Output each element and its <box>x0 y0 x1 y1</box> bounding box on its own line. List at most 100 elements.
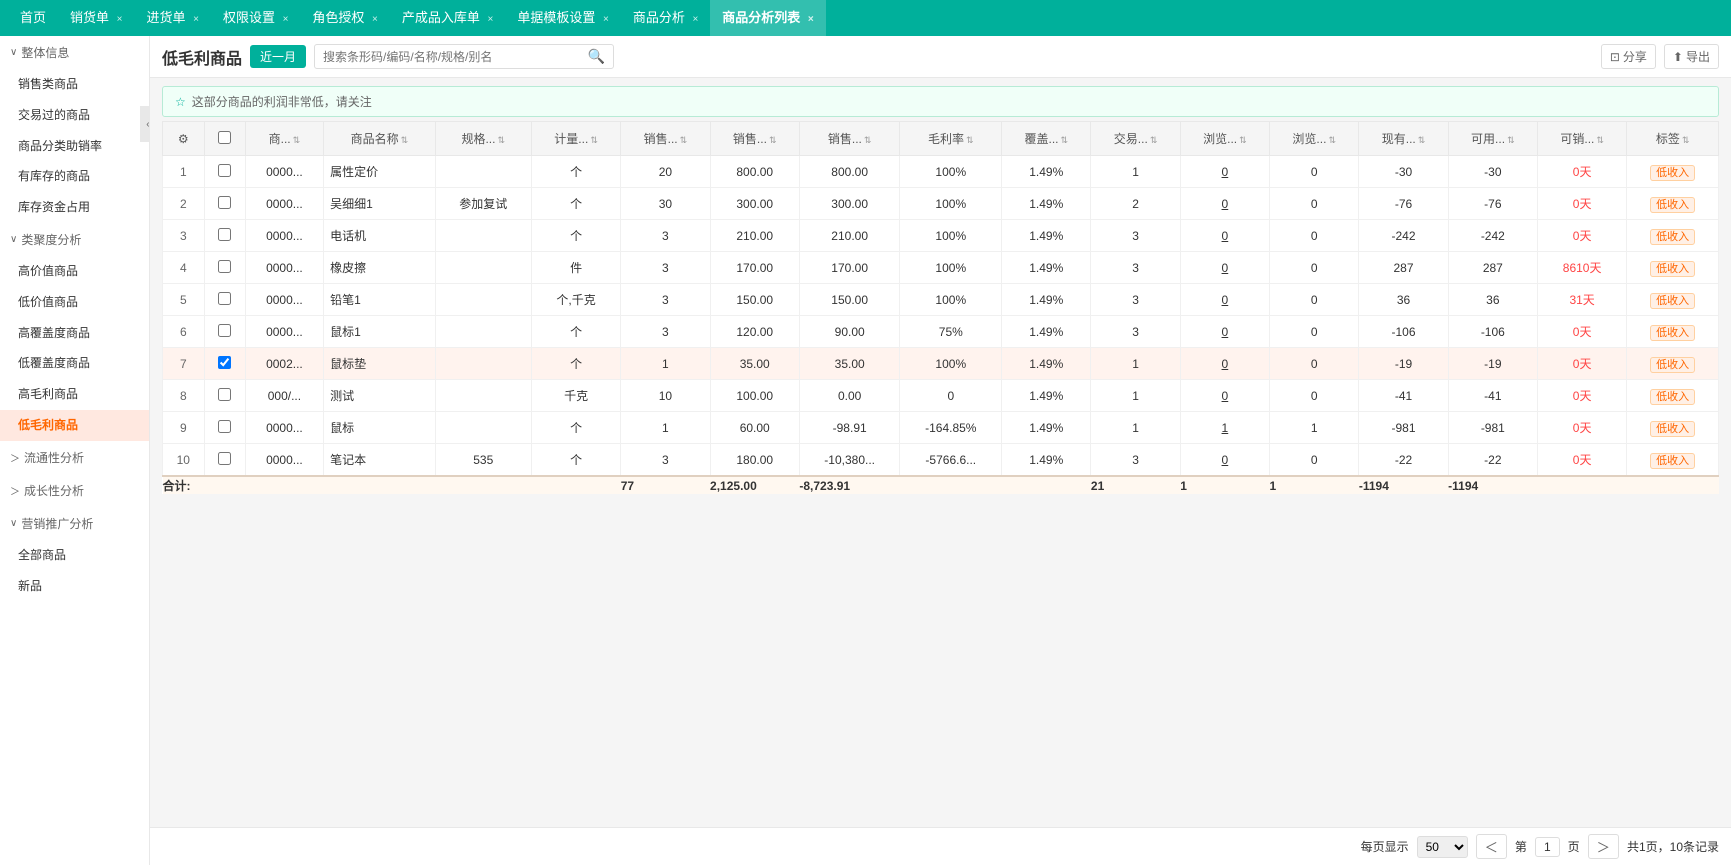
col-stock-current[interactable]: 现有...⇅ <box>1359 122 1448 156</box>
sidebar-group-growth[interactable]: ＞ 成长性分析 <box>0 474 149 507</box>
row-checkbox[interactable] <box>204 412 245 444</box>
row-checkbox-input[interactable] <box>218 452 231 465</box>
prev-page-button[interactable]: ＜ <box>1476 834 1507 859</box>
table-container[interactable]: ⚙ 商...⇅ 商品名称⇅ 规格...⇅ 计量...⇅ 销售...⇅ 销售...… <box>150 121 1731 827</box>
nav-product-analysis-list[interactable]: 商品分析列表 × <box>710 0 825 36</box>
row-checkbox[interactable] <box>204 380 245 412</box>
select-all-checkbox[interactable] <box>218 131 231 144</box>
row-views1[interactable]: 0 <box>1180 252 1269 284</box>
row-views1[interactable]: 0 <box>1180 444 1269 477</box>
col-trade-times[interactable]: 交易...⇅ <box>1091 122 1180 156</box>
time-filter-button[interactable]: 近一月 <box>250 45 306 68</box>
close-icon[interactable]: × <box>603 14 609 25</box>
row-tag: 低收入 <box>1627 220 1719 252</box>
export-button[interactable]: ⬆ 导出 <box>1664 44 1719 69</box>
col-stock-saleable[interactable]: 可销...⇅ <box>1537 122 1626 156</box>
col-views2[interactable]: 浏览...⇅ <box>1270 122 1359 156</box>
next-page-button[interactable]: ＞ <box>1588 834 1619 859</box>
sidebar-item-high-value[interactable]: 高价值商品 <box>0 256 149 287</box>
nav-purchase-order[interactable]: 进货单 × <box>134 0 210 36</box>
nav-product-analysis[interactable]: 商品分析 × <box>621 0 710 36</box>
col-views1[interactable]: 浏览...⇅ <box>1180 122 1269 156</box>
col-tag[interactable]: 标签⇅ <box>1627 122 1719 156</box>
close-icon[interactable]: × <box>193 14 199 25</box>
col-sales-qty[interactable]: 销售...⇅ <box>621 122 710 156</box>
row-checkbox-input[interactable] <box>218 164 231 177</box>
sidebar-item-low-coverage[interactable]: 低覆盖度商品 <box>0 348 149 379</box>
search-input[interactable] <box>323 50 588 64</box>
sidebar-item-low-value[interactable]: 低价值商品 <box>0 287 149 318</box>
col-name[interactable]: 商品名称⇅ <box>324 122 435 156</box>
sidebar-item-new-products[interactable]: 新品 <box>0 571 149 602</box>
nav-sales-order[interactable]: 销货单 × <box>58 0 134 36</box>
row-unit: 千克 <box>531 380 620 412</box>
sidebar-item-category-rate[interactable]: 商品分类助销率 <box>0 131 149 162</box>
sidebar-item-capital[interactable]: 库存资金占用 <box>0 192 149 223</box>
sidebar-group-cluster[interactable]: ∨ 类聚度分析 <box>0 223 149 256</box>
sidebar-item-traded-products[interactable]: 交易过的商品 <box>0 100 149 131</box>
row-checkbox[interactable] <box>204 316 245 348</box>
sidebar-item-low-margin[interactable]: 低毛利商品 <box>0 410 149 441</box>
row-checkbox[interactable] <box>204 252 245 284</box>
row-checkbox[interactable] <box>204 188 245 220</box>
row-views1[interactable]: 0 <box>1180 188 1269 220</box>
row-views1[interactable]: 0 <box>1180 156 1269 188</box>
search-icon[interactable]: 🔍 <box>588 48 605 65</box>
row-checkbox-input[interactable] <box>218 388 231 401</box>
col-stock-available[interactable]: 可用...⇅ <box>1448 122 1537 156</box>
close-icon[interactable]: × <box>488 14 494 25</box>
nav-role-auth[interactable]: 角色授权 × <box>300 0 389 36</box>
close-icon[interactable]: × <box>808 14 814 25</box>
sidebar-item-high-coverage[interactable]: 高覆盖度商品 <box>0 318 149 349</box>
col-sales-amount[interactable]: 销售...⇅ <box>799 122 900 156</box>
row-views1[interactable]: 0 <box>1180 348 1269 380</box>
col-gross-margin[interactable]: 毛利率⇅ <box>900 122 1002 156</box>
sidebar-collapse-button[interactable]: « <box>140 106 150 142</box>
row-stock-available: -76 <box>1448 188 1537 220</box>
col-unit[interactable]: 计量...⇅ <box>531 122 620 156</box>
row-views1[interactable]: 0 <box>1180 316 1269 348</box>
close-icon[interactable]: × <box>283 14 289 25</box>
row-sales-amount: 35.00 <box>799 348 900 380</box>
row-checkbox[interactable] <box>204 284 245 316</box>
col-checkbox[interactable] <box>204 122 245 156</box>
row-views1[interactable]: 0 <box>1180 284 1269 316</box>
row-num: 4 <box>163 252 205 284</box>
col-sales-price[interactable]: 销售...⇅ <box>710 122 799 156</box>
sidebar-group-circulation[interactable]: ＞ 流通性分析 <box>0 441 149 474</box>
nav-template-settings[interactable]: 单据模板设置 × <box>505 0 620 36</box>
row-checkbox-input[interactable] <box>218 420 231 433</box>
sidebar-item-sales-products[interactable]: 销售类商品 <box>0 69 149 100</box>
row-checkbox-input[interactable] <box>218 260 231 273</box>
sidebar-item-inventory-products[interactable]: 有库存的商品 <box>0 161 149 192</box>
nav-product-inbound[interactable]: 产成品入库单 × <box>390 0 505 36</box>
row-checkbox[interactable] <box>204 220 245 252</box>
sidebar-item-all-products[interactable]: 全部商品 <box>0 540 149 571</box>
row-checkbox-input[interactable] <box>218 356 231 369</box>
row-views1[interactable]: 1 <box>1180 412 1269 444</box>
row-checkbox[interactable] <box>204 156 245 188</box>
row-checkbox-input[interactable] <box>218 196 231 209</box>
close-icon[interactable]: × <box>372 14 378 25</box>
row-views1[interactable]: 0 <box>1180 220 1269 252</box>
row-views1[interactable]: 0 <box>1180 380 1269 412</box>
per-page-select[interactable]: 50 100 200 <box>1417 836 1468 858</box>
share-button[interactable]: ⊡ 分享 <box>1601 44 1656 69</box>
row-checkbox[interactable] <box>204 348 245 380</box>
col-coverage[interactable]: 覆盖...⇅ <box>1002 122 1091 156</box>
nav-permission[interactable]: 权限设置 × <box>211 0 300 36</box>
sidebar-item-high-margin[interactable]: 高毛利商品 <box>0 379 149 410</box>
col-spec[interactable]: 规格...⇅ <box>435 122 531 156</box>
close-icon[interactable]: × <box>692 14 698 25</box>
col-code[interactable]: 商...⇅ <box>245 122 323 156</box>
row-checkbox-input[interactable] <box>218 228 231 241</box>
row-checkbox-input[interactable] <box>218 292 231 305</box>
close-icon[interactable]: × <box>117 14 123 25</box>
sidebar-group-overall[interactable]: ∨ 整体信息 <box>0 36 149 69</box>
row-gross-margin: 0 <box>900 380 1002 412</box>
row-checkbox[interactable] <box>204 444 245 477</box>
col-settings[interactable]: ⚙ <box>163 122 205 156</box>
nav-home[interactable]: 首页 <box>8 0 58 36</box>
sidebar-group-marketing[interactable]: ∨ 营销推广分析 <box>0 507 149 540</box>
row-checkbox-input[interactable] <box>218 324 231 337</box>
